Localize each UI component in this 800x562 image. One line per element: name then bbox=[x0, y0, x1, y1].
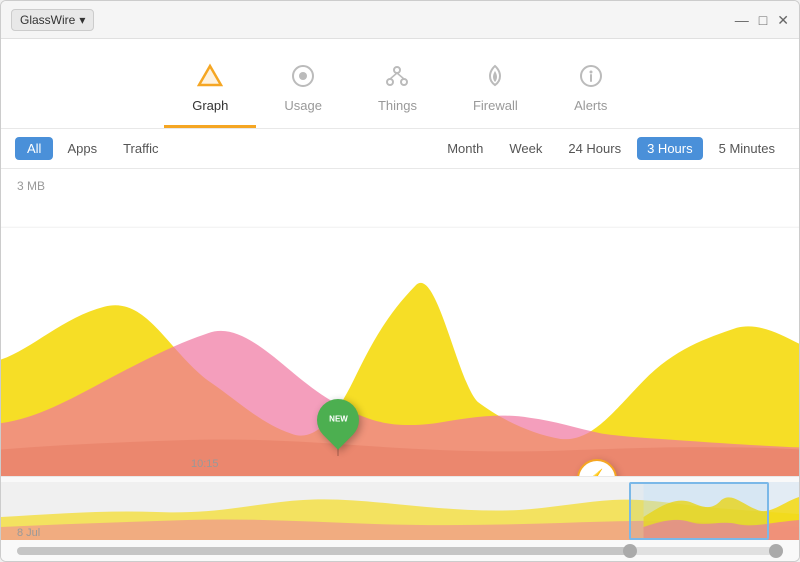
close-button[interactable]: ✕ bbox=[777, 13, 789, 27]
title-bar-controls: — □ ✕ bbox=[735, 13, 789, 27]
app-window: GlassWire ▾ — □ ✕ Graph bbox=[0, 0, 800, 562]
time-week-button[interactable]: Week bbox=[499, 137, 552, 160]
nav-item-alerts[interactable]: Alerts bbox=[546, 53, 636, 128]
filter-right: Month Week 24 Hours 3 Hours 5 Minutes bbox=[437, 137, 785, 160]
nav-item-usage[interactable]: Usage bbox=[256, 53, 350, 128]
nav-item-firewall[interactable]: Firewall bbox=[445, 53, 546, 128]
nav-label-alerts: Alerts bbox=[574, 98, 607, 113]
chart-area: 3 MB NEW ⚡ 10:15 bbox=[1, 169, 799, 476]
minimize-button[interactable]: — bbox=[735, 13, 749, 27]
dropdown-icon: ▾ bbox=[79, 13, 85, 27]
app-name-button[interactable]: GlassWire ▾ bbox=[11, 9, 94, 31]
chart-svg bbox=[1, 169, 799, 476]
alert-pin[interactable]: ⚡ bbox=[577, 459, 617, 476]
usage-icon bbox=[290, 63, 316, 93]
nav-label-usage: Usage bbox=[284, 98, 322, 113]
scrollbar-thumb bbox=[17, 547, 635, 555]
nav-label-firewall: Firewall bbox=[473, 98, 518, 113]
filter-left: All Apps Traffic bbox=[15, 137, 437, 160]
filter-apps-button[interactable]: Apps bbox=[55, 137, 109, 160]
filter-traffic-button[interactable]: Traffic bbox=[111, 137, 170, 160]
scrollbar-right-handle[interactable] bbox=[769, 544, 783, 558]
time-3hours-button[interactable]: 3 Hours bbox=[637, 137, 703, 160]
time-24hours-button[interactable]: 24 Hours bbox=[558, 137, 631, 160]
graph-icon bbox=[197, 63, 223, 93]
new-pin[interactable]: NEW bbox=[317, 399, 359, 456]
mini-chart-area: 8 Jul bbox=[1, 476, 799, 561]
mini-chart-date: 8 Jul bbox=[17, 527, 40, 539]
maximize-button[interactable]: □ bbox=[759, 13, 767, 27]
firewall-icon bbox=[482, 63, 508, 93]
time-marker: 10:15 bbox=[191, 458, 219, 470]
filter-all-button[interactable]: All bbox=[15, 137, 53, 160]
time-month-button[interactable]: Month bbox=[437, 137, 493, 160]
nav-label-graph: Graph bbox=[192, 98, 228, 113]
scrollbar-track bbox=[17, 547, 783, 555]
nav-item-things[interactable]: Things bbox=[350, 53, 445, 128]
app-name-label: GlassWire bbox=[20, 13, 75, 27]
alerts-icon bbox=[578, 63, 604, 93]
title-bar: GlassWire ▾ — □ ✕ bbox=[1, 1, 799, 39]
nav-bar: Graph Usage Things bbox=[1, 39, 799, 129]
mini-viewport[interactable] bbox=[629, 482, 769, 540]
nav-label-things: Things bbox=[378, 98, 417, 113]
nav-item-graph[interactable]: Graph bbox=[164, 53, 256, 128]
scrollbar-left-handle[interactable] bbox=[623, 544, 637, 558]
filter-bar: All Apps Traffic Month Week 24 Hours 3 H… bbox=[1, 129, 799, 169]
title-bar-left: GlassWire ▾ bbox=[11, 9, 94, 31]
things-icon bbox=[384, 63, 410, 93]
time-5minutes-button[interactable]: 5 Minutes bbox=[709, 137, 785, 160]
